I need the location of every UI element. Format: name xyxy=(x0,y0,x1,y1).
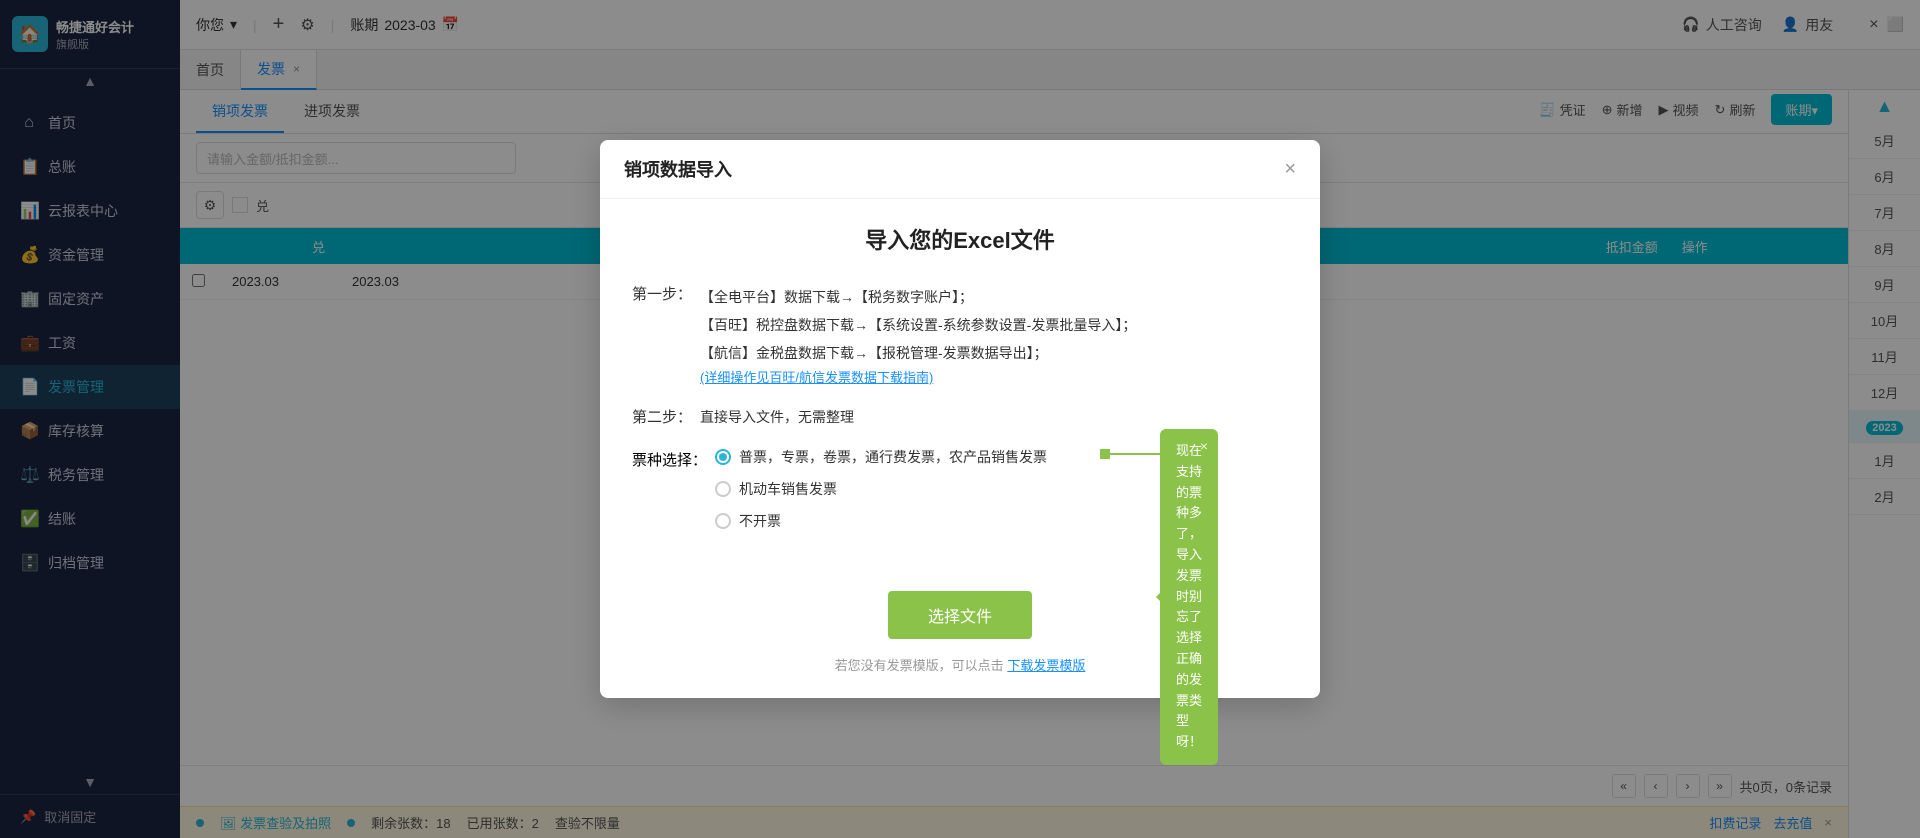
radio-none[interactable]: 不开票 xyxy=(715,511,1047,531)
hint-text: 若您没有发票模版，可以点击 xyxy=(835,658,1004,673)
radio-motor[interactable]: 机动车销售发票 xyxy=(715,479,1047,499)
radio-motor-circle xyxy=(715,481,731,497)
step-2: 第二步： 直接导入文件，无需整理 xyxy=(632,406,1288,427)
tooltip-close-btn[interactable]: × xyxy=(1200,435,1208,457)
step1-row: 第一步： 【全电平台】数据下载→【税务数字账户】； 【百旺】税控盘数据下载→【系… xyxy=(632,283,1288,386)
modal-overlay: 销项数据导入 × 导入您的Excel文件 第一步： 【全电平台】数据下载→【税务… xyxy=(0,0,1920,838)
radio-group: 普票，专票，卷票，通行费发票，农产品销售发票 机动车销售发票 不开票 xyxy=(715,447,1047,531)
download-template-link[interactable]: 下载发票模版 xyxy=(1007,658,1085,673)
tooltip-text: 现在支持的票种多了，导入发票时别忘了选择正确的发票类型呀！ xyxy=(1176,443,1202,749)
ticket-select-label: 票种选择： xyxy=(632,449,707,470)
radio-common[interactable]: 普票，专票，卷票，通行费发票，农产品销售发票 xyxy=(715,447,1047,467)
tooltip-connector xyxy=(1100,449,1160,459)
step1-link[interactable]: (详细操作见百旺/航信发票数据下载指南) xyxy=(700,367,1136,386)
step1-line1: 【全电平台】数据下载→【税务数字账户】； xyxy=(700,283,1136,311)
modal-title: 销项数据导入 xyxy=(624,156,732,182)
radio-none-circle xyxy=(715,513,731,529)
modal-header: 销项数据导入 × xyxy=(600,140,1320,199)
step2-content: 直接导入文件，无需整理 xyxy=(700,407,854,427)
radio-none-label: 不开票 xyxy=(739,511,781,531)
tooltip-line xyxy=(1110,453,1160,455)
step1-label: 第一步： xyxy=(632,283,692,386)
tooltip-bubble: × 现在支持的票种多了，导入发票时别忘了选择正确的发票类型呀！ xyxy=(1160,429,1218,765)
step-1: 第一步： 【全电平台】数据下载→【税务数字账户】； 【百旺】税控盘数据下载→【系… xyxy=(632,283,1288,386)
tooltip-dot xyxy=(1100,449,1110,459)
select-file-btn[interactable]: 选择文件 xyxy=(888,591,1032,639)
step2-label: 第二步： xyxy=(632,406,692,427)
step1-line2: 【百旺】税控盘数据下载→【系统设置-系统参数设置-发票批量导入】； xyxy=(700,311,1136,339)
modal-main-title: 导入您的Excel文件 xyxy=(632,223,1288,255)
modal-close-btn[interactable]: × xyxy=(1284,158,1296,181)
radio-motor-label: 机动车销售发票 xyxy=(739,479,837,499)
radio-common-label: 普票，专票，卷票，通行费发票，农产品销售发票 xyxy=(739,447,1047,467)
step1-line3: 【航信】金税盘数据下载→【报税管理-发票数据导出】； xyxy=(700,339,1136,367)
step2-row: 第二步： 直接导入文件，无需整理 xyxy=(632,406,1288,427)
step1-content: 【全电平台】数据下载→【税务数字账户】； 【百旺】税控盘数据下载→【系统设置-系… xyxy=(700,283,1136,386)
radio-common-circle xyxy=(715,449,731,465)
